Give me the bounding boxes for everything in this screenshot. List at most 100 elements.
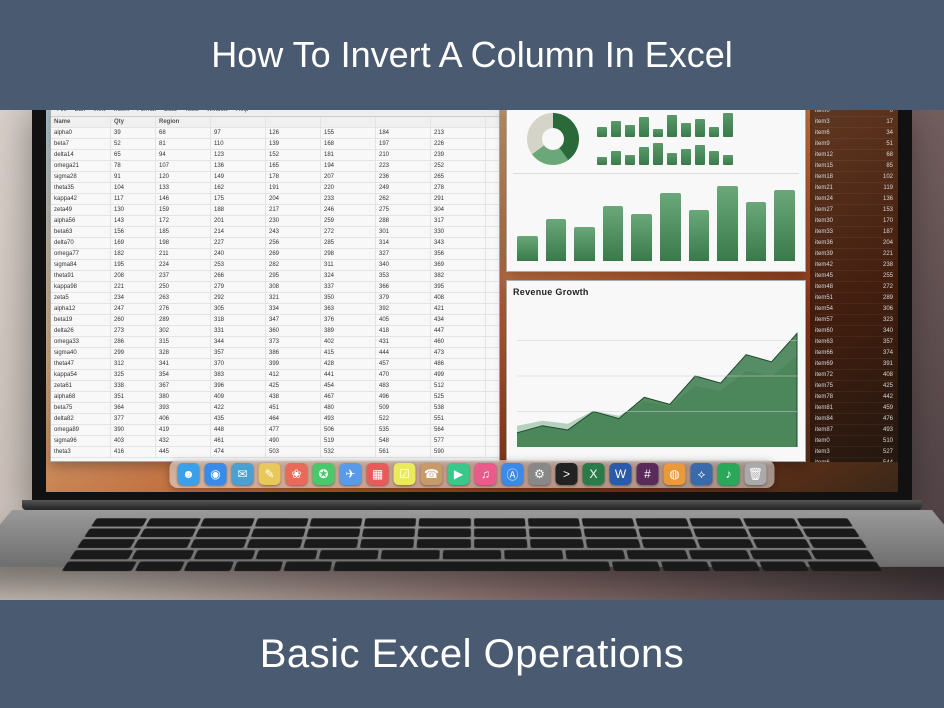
menu-item[interactable]: Help <box>236 110 248 113</box>
keyboard-key <box>638 528 693 537</box>
table-cell: 519 <box>321 436 376 446</box>
table-cell: 383 <box>211 370 266 380</box>
table-cell: alpha12 <box>51 304 111 314</box>
contacts-icon[interactable]: ☎ <box>421 463 443 485</box>
photos-icon[interactable]: ❀ <box>286 463 308 485</box>
menu-item[interactable]: Data <box>164 110 177 113</box>
side-panel-row: item51289 <box>814 293 894 304</box>
calendar-icon[interactable]: ▦ <box>367 463 389 485</box>
table-cell: 247 <box>111 304 156 314</box>
menu-item[interactable]: File <box>57 110 67 113</box>
table-cell: 347 <box>266 315 321 325</box>
table-cell: 181 <box>321 150 376 160</box>
table-cell: 454 <box>321 381 376 391</box>
slack-icon[interactable]: # <box>637 463 659 485</box>
table-row: theta3416445474503532561590 <box>51 447 499 458</box>
messages-icon[interactable]: ✪ <box>313 463 335 485</box>
excel-icon[interactable]: X <box>583 463 605 485</box>
side-panel-row: item317 <box>814 117 894 128</box>
table-cell: 337 <box>321 282 376 292</box>
table-cell: 416 <box>111 447 156 457</box>
table-cell: 178 <box>266 172 321 182</box>
table-cell: Qty <box>111 117 156 127</box>
menu-item[interactable]: Insert <box>114 110 129 113</box>
music-icon[interactable]: ♫ <box>475 463 497 485</box>
table-cell: 444 <box>376 348 431 358</box>
keyboard-key <box>132 550 195 559</box>
word-icon[interactable]: W <box>610 463 632 485</box>
appstore-icon[interactable]: Ⓐ <box>502 463 524 485</box>
table-cell: 263 <box>156 293 211 303</box>
table-cell: 551 <box>431 414 486 424</box>
maps-icon[interactable]: ✈ <box>340 463 362 485</box>
settings-icon[interactable]: ⚙ <box>529 463 551 485</box>
table-cell: sigma96 <box>51 436 111 446</box>
safari-icon[interactable]: ◉ <box>205 463 227 485</box>
facetime-icon[interactable]: ▶ <box>448 463 470 485</box>
finder-icon[interactable]: ☻ <box>178 463 200 485</box>
table-row: sigma96403432461490519548577 <box>51 436 499 447</box>
menu-item[interactable]: Tools <box>185 110 199 113</box>
side-panel-row: item3527 <box>814 447 894 458</box>
table-cell: 165 <box>266 161 321 171</box>
table-cell: 259 <box>321 216 376 226</box>
menu-item[interactable]: Window <box>207 110 228 113</box>
table-cell: 393 <box>156 403 211 413</box>
table-cell: 434 <box>431 315 486 325</box>
bar <box>717 186 738 261</box>
table-cell: 130 <box>111 205 156 215</box>
side-panel-row: item66374 <box>814 348 894 359</box>
table-row: kappa42117146175204233262291 <box>51 194 499 205</box>
side-panel-row: item60340 <box>814 326 894 337</box>
mail-icon[interactable]: ✉ <box>232 463 254 485</box>
keyboard-key <box>474 528 527 537</box>
bar <box>625 155 635 165</box>
keyboard-key <box>318 550 378 559</box>
table-row: alpha0396897126155184213 <box>51 128 499 139</box>
table-cell: 311 <box>321 260 376 270</box>
table-cell: 295 <box>266 271 321 281</box>
table-cell: 104 <box>111 183 156 193</box>
table-cell: 380 <box>156 392 211 402</box>
table-cell: 512 <box>431 381 486 391</box>
table-row: beta63156185214243272301330 <box>51 227 499 238</box>
spotify-icon[interactable]: ♪ <box>718 463 740 485</box>
table-cell: 548 <box>376 436 431 446</box>
area-chart-title: Revenue Growth <box>513 285 799 301</box>
menu-item[interactable]: Format <box>137 110 156 113</box>
reminders-icon[interactable]: ☑ <box>394 463 416 485</box>
table-cell: beta75 <box>51 403 111 413</box>
table-cell: 252 <box>431 161 486 171</box>
table-cell: 369 <box>431 260 486 270</box>
keyboard-key <box>474 539 527 548</box>
trash-icon[interactable]: 🗑 <box>745 463 767 485</box>
keyboard-key <box>69 550 133 559</box>
table-row: zeta49130159188217246275304 <box>51 205 499 216</box>
side-panel-row: item48272 <box>814 282 894 293</box>
table-cell: 461 <box>211 436 266 446</box>
keyboard-key <box>91 518 147 526</box>
table-cell: 220 <box>321 183 376 193</box>
bar <box>597 127 607 137</box>
table-cell: 253 <box>211 260 266 270</box>
bar <box>723 113 733 137</box>
vscode-icon[interactable]: ⟡ <box>691 463 713 485</box>
table-cell: alpha56 <box>51 216 111 226</box>
bar <box>653 129 663 137</box>
menu-item[interactable]: View <box>93 110 106 113</box>
table-cell: 298 <box>321 249 376 259</box>
table-cell: 211 <box>156 249 211 259</box>
keyboard-key <box>360 539 414 548</box>
chrome-icon[interactable]: ◍ <box>664 463 686 485</box>
notes-icon[interactable]: ✎ <box>259 463 281 485</box>
table-cell: 213 <box>431 128 486 138</box>
laptop-screen: File Edit View Insert Format Data Tools Window H… <box>46 110 898 492</box>
pie-chart <box>513 110 593 169</box>
table-cell: 470 <box>376 370 431 380</box>
keyboard-key <box>802 528 859 537</box>
table-cell: 343 <box>431 238 486 248</box>
menu-item[interactable]: Edit <box>75 110 85 113</box>
table-cell: 330 <box>431 227 486 237</box>
terminal-icon[interactable]: > <box>556 463 578 485</box>
table-row: delta82377406435464493522551 <box>51 414 499 425</box>
